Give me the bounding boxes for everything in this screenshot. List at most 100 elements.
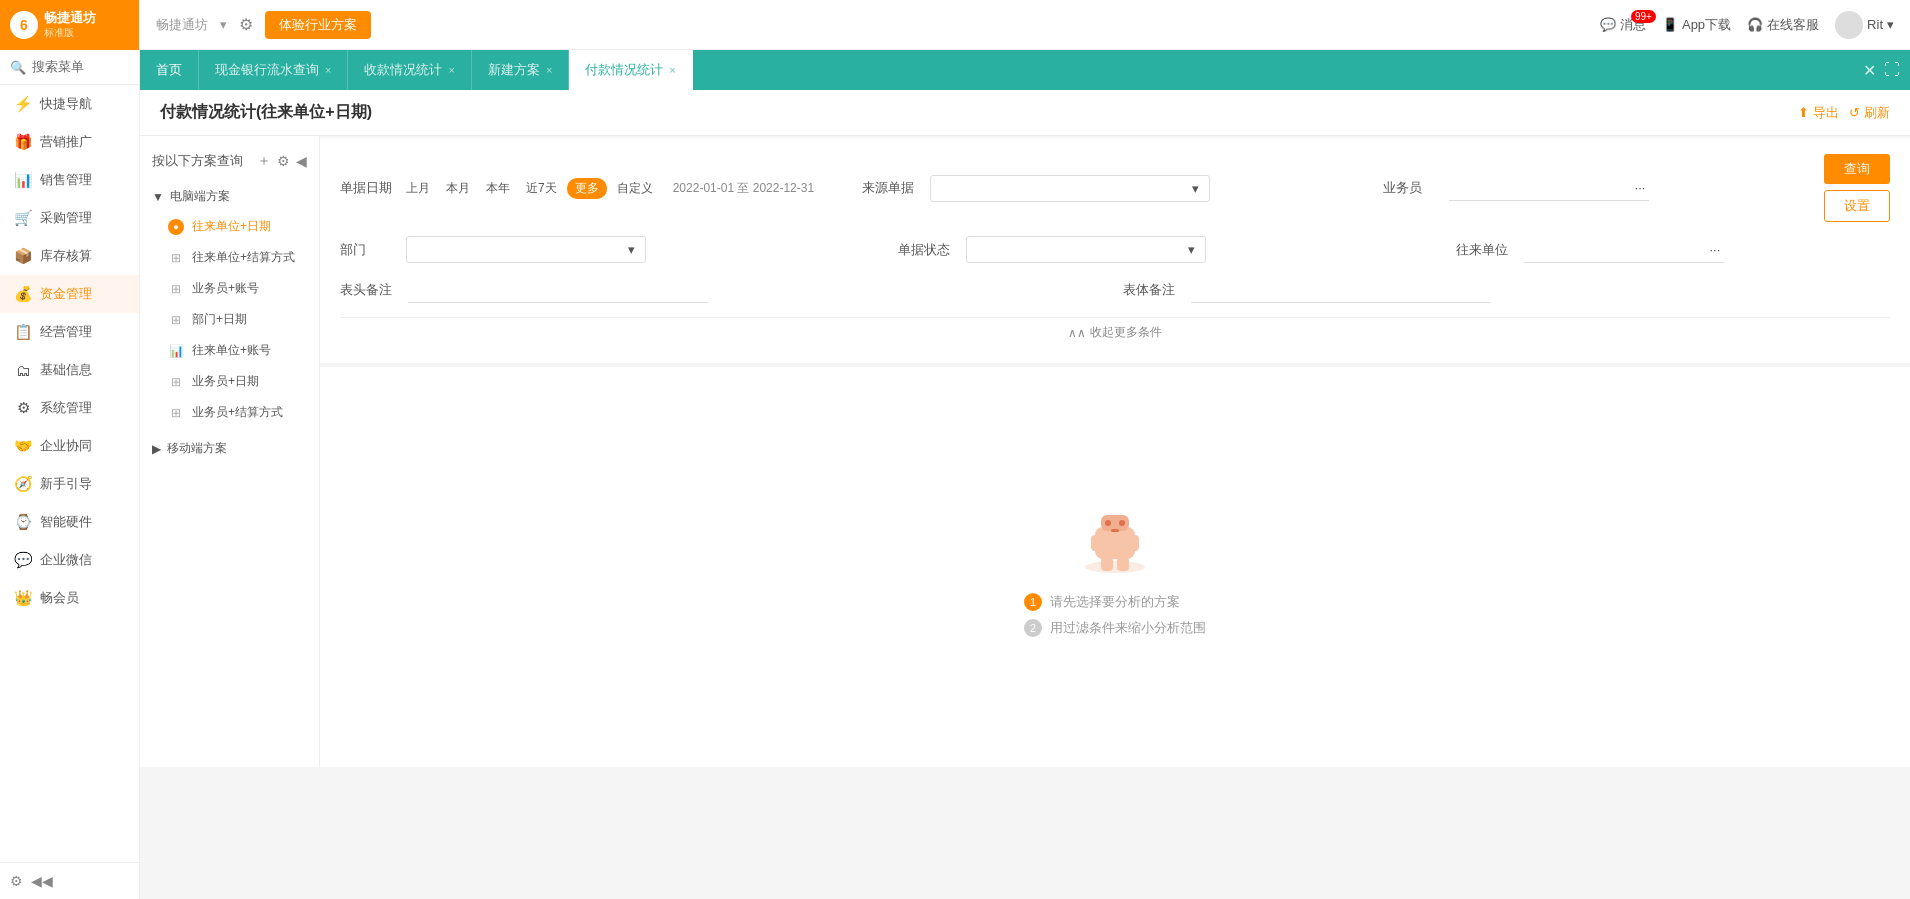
scheme-item-label: 业务员+结算方式 (192, 404, 283, 421)
staff-ellipsis-icon: ··· (1635, 180, 1646, 195)
scheme-group-mobile-title[interactable]: ▶ 移动端方案 (140, 434, 319, 463)
topbar-settings-btn[interactable]: ⚙ (239, 15, 253, 34)
online-service-label: 在线客服 (1767, 16, 1819, 34)
user-avatar-btn[interactable]: Rit ▾ (1835, 11, 1894, 39)
export-btn[interactable]: ⬆ 导出 (1798, 104, 1839, 122)
sidebar-settings-btn[interactable]: ⚙ (10, 873, 23, 889)
tabs-bar: 首页 现金银行流水查询 × 收款情况统计 × 新建方案 × 付款情况统计 × ✕… (140, 50, 1910, 90)
tip-text-2: 用过滤条件来缩小分析范围 (1050, 619, 1206, 637)
left-panel-header: 按以下方案查询 ＋ ⚙ ◀ (140, 146, 319, 176)
sidebar-item-guide[interactable]: 🧭 新手引导 (0, 465, 139, 503)
scheme-item-label: 往来单位+结算方式 (192, 249, 295, 266)
logo-sub: 标准版 (44, 26, 96, 40)
date-filter-group: 单据日期 上月 本月 本年 近7天 更多 自定义 2022-01-01 至 20… (340, 178, 846, 199)
head-note-input[interactable] (408, 277, 708, 303)
date-btn-more[interactable]: 更多 (567, 178, 607, 199)
sidebar-item-purchase[interactable]: 🛒 采购管理 (0, 199, 139, 237)
partner-input[interactable]: ··· (1524, 237, 1724, 263)
status-select[interactable] (966, 236, 1206, 263)
setting-btn[interactable]: 设置 (1824, 190, 1890, 222)
tab-bank-label: 现金银行流水查询 (215, 61, 319, 79)
head-note-section: 表头备注 (340, 277, 1107, 303)
tip-text-1: 请先选择要分析的方案 (1050, 593, 1180, 611)
topbar: 畅捷通坊 ▾ ⚙ 体验行业方案 💬 消息 99+ 📱 App下载 🎧 在线客服 … (140, 0, 1910, 50)
tab-payment-close[interactable]: × (669, 64, 675, 76)
online-service-btn[interactable]: 🎧 在线客服 (1747, 16, 1819, 34)
tab-bank-close[interactable]: × (325, 64, 331, 76)
partner-ellipsis-icon: ··· (1709, 242, 1720, 257)
scheme-active-icon: ● (168, 219, 184, 235)
scheme-item-label: 往来单位+日期 (192, 218, 271, 235)
scheme-item-staff-account[interactable]: ⊞ 业务员+账号 (140, 273, 319, 304)
sidebar-item-label: 企业协同 (40, 437, 92, 455)
query-btn[interactable]: 查询 (1824, 154, 1890, 184)
dept-select[interactable] (406, 236, 646, 263)
username-label: Rit (1867, 17, 1883, 32)
sidebar-item-operation[interactable]: 📋 经营管理 (0, 313, 139, 351)
tab-close-all-btn[interactable]: ✕ (1863, 61, 1876, 80)
message-btn[interactable]: 💬 消息 99+ (1600, 16, 1646, 34)
scheme-item-staff-date[interactable]: ⊞ 业务员+日期 (140, 366, 319, 397)
headset-icon: 🎧 (1747, 17, 1763, 32)
tab-new-plan-close[interactable]: × (546, 64, 552, 76)
refresh-btn[interactable]: ↺ 刷新 (1849, 104, 1890, 122)
scheme-settings-btn[interactable]: ⚙ (277, 153, 290, 169)
sidebar-item-inventory[interactable]: 📦 库存核算 (0, 237, 139, 275)
date-btn-this-month[interactable]: 本月 (440, 178, 476, 199)
scheme-item-partner-account[interactable]: 📊 往来单位+账号 (140, 335, 319, 366)
left-panel-actions: ＋ ⚙ ◀ (257, 152, 307, 170)
tab-receipt[interactable]: 收款情况统计 × (348, 50, 471, 90)
body-note-input[interactable] (1191, 277, 1491, 303)
enterprise-icon: 🤝 (14, 437, 32, 455)
add-scheme-btn[interactable]: ＋ (257, 152, 271, 170)
status-filter-section: 单据状态 (898, 236, 1440, 263)
date-btn-7days[interactable]: 近7天 (520, 178, 563, 199)
sidebar-item-member[interactable]: 👑 畅会员 (0, 579, 139, 617)
scheme-item-partner-date[interactable]: ● 往来单位+日期 (140, 211, 319, 242)
empty-tips: 1 请先选择要分析的方案 2 用过滤条件来缩小分析范围 (1024, 593, 1206, 637)
sidebar-search[interactable]: 🔍 搜索菜单 (0, 50, 139, 85)
dept-chevron-icon (628, 242, 635, 257)
tab-new-plan[interactable]: 新建方案 × (472, 50, 569, 90)
sidebar-item-basic[interactable]: 🗂 基础信息 (0, 351, 139, 389)
scheme-item-partner-settlement[interactable]: ⊞ 往来单位+结算方式 (140, 242, 319, 273)
sales-icon: 📊 (14, 171, 32, 189)
tab-home-label: 首页 (156, 61, 182, 79)
sidebar-item-sales[interactable]: 📊 销售管理 (0, 161, 139, 199)
svg-rect-6 (1091, 535, 1099, 551)
sidebar-item-quick-nav[interactable]: ⚡ 快捷导航 (0, 85, 139, 123)
tab-bank[interactable]: 现金银行流水查询 × (199, 50, 348, 90)
left-panel-title: 按以下方案查询 (152, 152, 243, 170)
tab-payment-label: 付款情况统计 (585, 61, 663, 79)
sidebar-item-marketing[interactable]: 🎁 营销推广 (0, 123, 139, 161)
sidebar-collapse-btn[interactable]: ◀◀ (31, 873, 53, 889)
tab-payment[interactable]: 付款情况统计 × (569, 50, 692, 90)
scheme-group-desktop-title[interactable]: ▼ 电脑端方案 (140, 182, 319, 211)
sidebar-item-wechat[interactable]: 💬 企业微信 (0, 541, 139, 579)
svg-rect-5 (1111, 529, 1119, 532)
sidebar-item-enterprise[interactable]: 🤝 企业协同 (0, 427, 139, 465)
refresh-icon: ↺ (1849, 105, 1860, 120)
sidebar-item-system[interactable]: ⚙ 系统管理 (0, 389, 139, 427)
right-main: 单据日期 上月 本月 本年 近7天 更多 自定义 2022-01-01 至 20… (320, 136, 1910, 767)
date-btn-custom[interactable]: 自定义 (611, 178, 659, 199)
sidebar-item-fund[interactable]: 💰 资金管理 (0, 275, 139, 313)
topbar-right: 💬 消息 99+ 📱 App下载 🎧 在线客服 Rit ▾ (1600, 11, 1894, 39)
app-download-btn[interactable]: 📱 App下载 (1662, 16, 1731, 34)
trial-btn[interactable]: 体验行业方案 (265, 11, 371, 39)
tab-home[interactable]: 首页 (140, 50, 199, 90)
scheme-item-dept-date[interactable]: ⊞ 部门+日期 (140, 304, 319, 335)
basic-icon: 🗂 (14, 361, 32, 379)
scheme-table-icon: ⊞ (168, 250, 184, 266)
date-btn-this-year[interactable]: 本年 (480, 178, 516, 199)
date-btn-last-month[interactable]: 上月 (400, 178, 436, 199)
sidebar-logo: 6 畅捷通坊 标准版 (0, 0, 139, 50)
staff-input[interactable]: ··· (1449, 175, 1649, 201)
tab-maximize-btn[interactable]: ⛶ (1884, 61, 1900, 79)
tab-receipt-close[interactable]: × (448, 64, 454, 76)
source-select[interactable] (930, 175, 1210, 202)
collapse-btn[interactable]: ∧∧ 收起更多条件 (340, 317, 1890, 347)
panel-collapse-btn[interactable]: ◀ (296, 153, 307, 169)
scheme-item-staff-settlement[interactable]: ⊞ 业务员+结算方式 (140, 397, 319, 428)
sidebar-item-hardware[interactable]: ⌚ 智能硬件 (0, 503, 139, 541)
